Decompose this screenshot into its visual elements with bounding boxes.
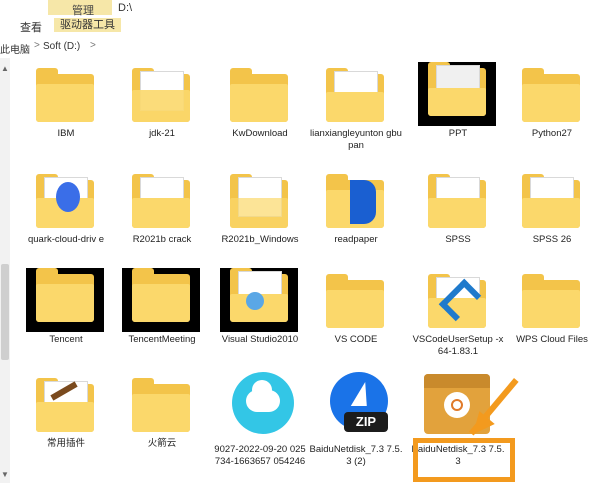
item-label: 火箭云 [147,438,177,449]
item-label: Tencent [49,334,83,345]
item-label: readpaper [334,234,378,245]
readpaper-logo-icon [350,180,376,224]
folder-icon [26,268,104,332]
ribbon: 管理 查看 驱动器工具 D:\ [0,0,600,37]
chevron-right-icon: > [34,40,40,51]
folder-icon [326,68,384,122]
ie-logo-icon [246,292,264,310]
file-item-spss-26[interactable]: SPSS 26 [504,168,600,278]
file-item-wps-cloud-files[interactable]: WPS Cloud Files [504,268,600,378]
file-item-vscodeusersetup[interactable]: VSCodeUserSetup -x64-1.83.1 [410,268,506,378]
file-item-readpaper[interactable]: readpaper [308,168,404,278]
tab-view[interactable]: 查看 [20,19,42,35]
folder-icon [132,174,190,228]
zip-tag: ZIP [344,412,388,432]
item-label: 常用插件 [46,438,85,449]
scroll-down-icon[interactable]: ▼ [0,470,10,479]
chevron-right-icon: > [90,40,96,51]
item-label: Python27 [531,128,573,139]
item-label: lianxiangleyunton gbupan [310,128,402,151]
cloud-icon [232,372,294,434]
item-label: TencentMeeting [128,334,196,345]
highlight-box [413,438,515,482]
quark-logo-icon [56,182,80,212]
folder-icon [36,68,94,122]
item-label: 9027-2022-09-20 025734-1663657 054246 [214,444,306,467]
item-label: KwDownload [232,128,288,139]
file-item-r2021b-windows[interactable]: R2021b_Windows [212,168,308,278]
folder-icon [522,274,580,328]
file-item-spss[interactable]: SPSS [410,168,506,278]
breadcrumb-this-pc[interactable]: 此电脑 [0,41,30,56]
file-item-jdk-21[interactable]: jdk-21 [114,62,210,172]
item-label: R2021b crack [132,234,192,245]
item-label: R2021b_Windows [221,234,299,245]
folder-icon [132,378,190,432]
address-bar[interactable]: 此电脑 > Soft (D:) > [0,36,600,58]
folder-icon [522,174,580,228]
tab-drive-tools[interactable]: 驱动器工具 [54,18,121,32]
file-item-9027-2022[interactable]: 9027-2022-09-20 025734-1663657 054246 [212,372,308,482]
file-item-rocket-cloud[interactable]: 火箭云 [114,372,210,482]
file-item-vs-code[interactable]: VS CODE [308,268,404,378]
folder-icon [132,68,190,122]
item-label: quark-cloud-driv e [27,234,105,245]
file-item-tencent[interactable]: Tencent [18,268,114,378]
folder-icon [230,174,288,228]
breadcrumb-drive[interactable]: Soft (D:) [43,41,80,52]
item-label: BaiduNetdisk_7.3 7.5.3 (2) [309,444,403,467]
file-item-ppt[interactable]: PPT [410,62,506,172]
scroll-up-icon[interactable]: ▲ [0,64,10,73]
file-item-r2021b-crack[interactable]: R2021b crack [114,168,210,278]
window-path: D:\ [118,2,133,14]
scrollbar-thumb[interactable] [1,264,9,360]
item-label: SPSS 26 [532,234,572,245]
file-item-baidunetdisk-2[interactable]: ZIP BaiduNetdisk_7.3 7.5.3 (2) [308,372,404,482]
file-item-python27[interactable]: Python27 [504,62,600,172]
item-label: PPT [448,128,468,139]
file-item-tencentmeeting[interactable]: TencentMeeting [114,268,210,378]
folder-icon [122,268,200,332]
file-item-kwdownload[interactable]: KwDownload [212,62,308,172]
file-item-quark-cloud-drive[interactable]: quark-cloud-driv e [18,168,114,278]
item-label: jdk-21 [149,128,175,139]
item-label: VS CODE [334,334,378,345]
file-item-plugins[interactable]: 常用插件 [18,372,114,482]
file-item-ibm[interactable]: IBM [18,62,114,172]
item-label: IBM [57,128,75,139]
item-label: SPSS [445,234,471,245]
file-item-lianxiangleyuntongbupan[interactable]: lianxiangleyunton gbupan [308,62,404,172]
item-label: VSCodeUserSetup -x64-1.83.1 [412,334,504,357]
folder-icon [522,68,580,122]
folder-icon [428,174,486,228]
folder-icon [230,68,288,122]
item-label: Visual Studio2010 [221,334,299,345]
item-label: WPS Cloud Files [516,334,588,345]
context-tab-label: 管理 [72,5,94,17]
folder-icon [326,274,384,328]
file-item-visual-studio2010[interactable]: Visual Studio2010 [212,268,308,378]
folder-icon [418,62,496,126]
